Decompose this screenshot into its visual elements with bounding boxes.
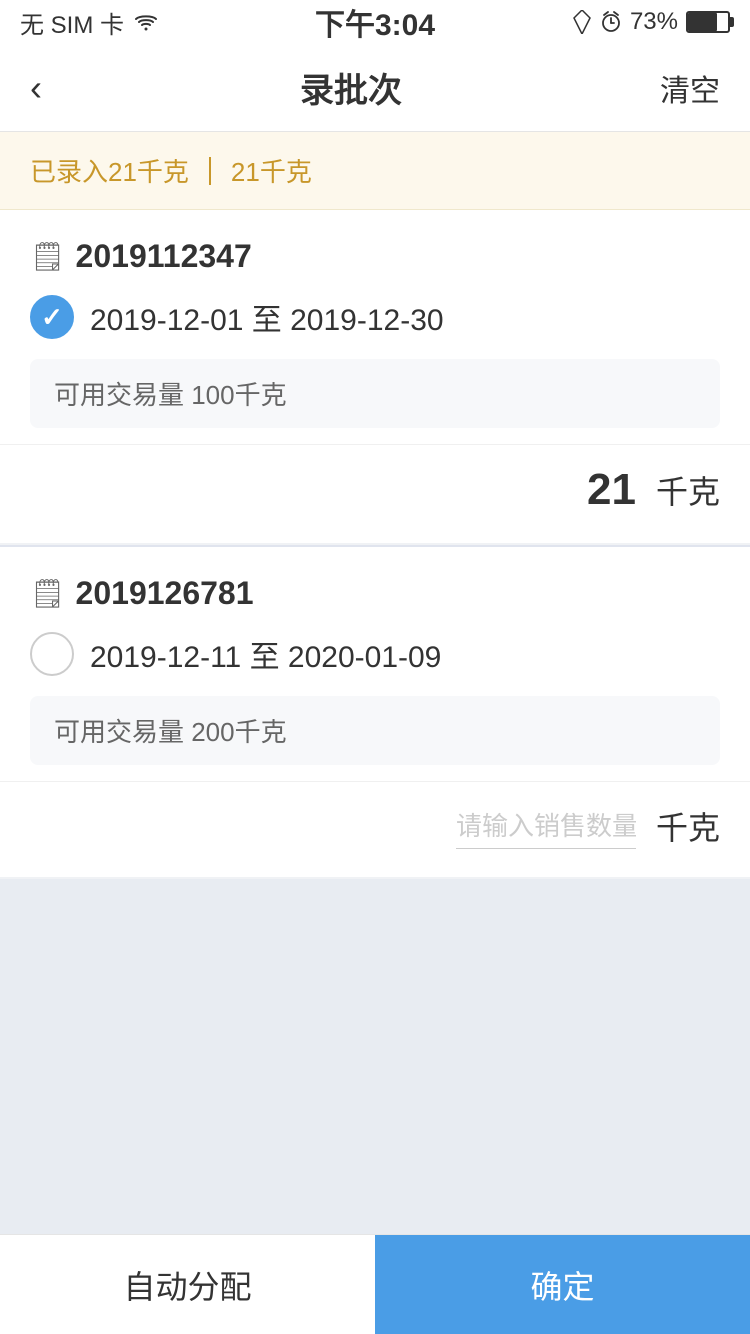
batch-header-2: 🗒 2019126781 [0, 547, 750, 622]
batch-radio-1[interactable] [30, 295, 74, 339]
status-time: 下午3:04 [315, 0, 435, 44]
batch-doc-icon-2: 🗒 [30, 577, 66, 610]
batch-date-row-1[interactable]: 2019-12-01 至 2019-12-30 [0, 285, 750, 349]
banner-divider [209, 157, 211, 185]
batch-date-1: 2019-12-01 至 2019-12-30 [90, 295, 444, 339]
batch-item-2: 🗒 2019126781 2019-12-11 至 2020-01-09 可用交… [0, 547, 750, 877]
page-title: 录批次 [300, 63, 402, 112]
batch-date-2: 2019-12-11 至 2020-01-09 [90, 632, 441, 676]
confirm-button[interactable]: 确定 [375, 1235, 750, 1334]
recorded-amount-label: 已录入21千克 [30, 152, 189, 189]
alarm-icon [600, 11, 622, 33]
batch-item-1: 🗒 2019112347 2019-12-01 至 2019-12-30 可用交… [0, 210, 750, 543]
batch-number-2: 2019126781 [76, 575, 254, 612]
battery-icon [686, 11, 730, 33]
batch-radio-2[interactable] [30, 632, 74, 676]
batch-doc-icon-1: 🗒 [30, 240, 66, 273]
batch-number-1: 2019112347 [76, 238, 252, 275]
battery-percent: 73% [630, 8, 678, 36]
status-right: 73% [572, 8, 730, 36]
bottom-bar: 自动分配 确定 [0, 1234, 750, 1334]
wifi-icon [132, 11, 160, 33]
recorded-amount-value: 21千克 [231, 152, 312, 189]
clear-button[interactable]: 清空 [660, 66, 720, 110]
batch-available-2: 可用交易量 200千克 [30, 696, 720, 765]
quantity-row-2[interactable]: 千克 [0, 781, 750, 877]
quantity-row-1: 21 千克 [0, 444, 750, 543]
nav-bar: ‹ 录批次 清空 [0, 44, 750, 132]
quantity-input-2[interactable] [456, 802, 636, 849]
status-left: 无 SIM 卡 [20, 5, 160, 40]
quantity-unit-2: 千克 [656, 803, 720, 849]
auto-distribute-button[interactable]: 自动分配 [0, 1235, 375, 1334]
batch-header-1: 🗒 2019112347 [0, 210, 750, 285]
back-button[interactable]: ‹ [30, 67, 42, 109]
no-sim-text: 无 SIM 卡 [20, 5, 124, 40]
quantity-value-1: 21 [30, 465, 636, 515]
batch-available-1: 可用交易量 100千克 [30, 359, 720, 428]
quantity-unit-1: 千克 [656, 467, 720, 513]
status-bar: 无 SIM 卡 下午3:04 73% [0, 0, 750, 44]
empty-area [0, 879, 750, 1259]
batch-date-row-2[interactable]: 2019-12-11 至 2020-01-09 [0, 622, 750, 686]
info-banner: 已录入21千克 21千克 [0, 132, 750, 210]
location-icon [572, 10, 592, 34]
